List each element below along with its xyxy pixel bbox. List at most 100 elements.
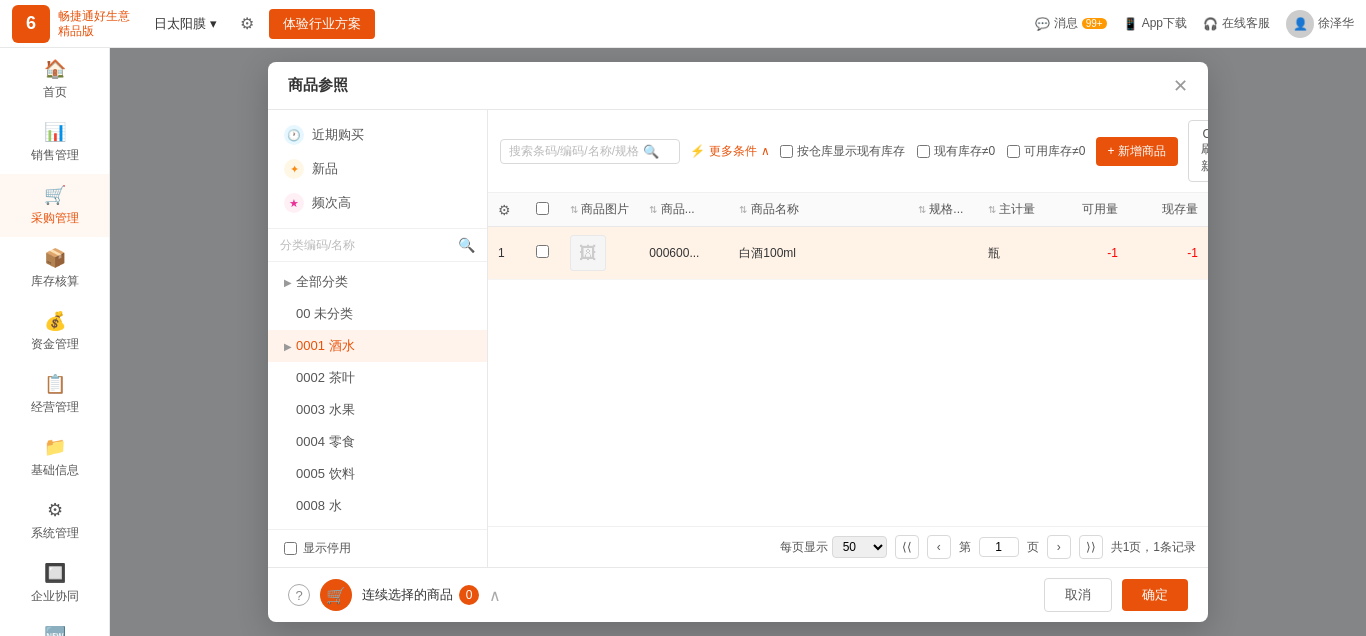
sidebar-label-operations: 经营管理 xyxy=(31,399,79,416)
page-size-dropdown[interactable]: 10 20 50 100 xyxy=(832,536,887,558)
headset-icon: 🎧 xyxy=(1203,17,1218,31)
page-label: 第 xyxy=(959,539,971,556)
row-checkbox[interactable] xyxy=(524,227,560,280)
select-all-checkbox[interactable] xyxy=(536,202,549,215)
phone-icon: 📱 xyxy=(1123,17,1138,31)
sidebar-item-sales[interactable]: 📊 销售管理 xyxy=(0,111,109,174)
col-header-checkbox[interactable] xyxy=(524,193,560,227)
sidebar-label-purchase: 采购管理 xyxy=(31,210,79,227)
sort-icon-code: ⇅ xyxy=(649,204,657,215)
settings-icon[interactable]: ⚙ xyxy=(233,10,261,38)
modal-header: 商品参照 ✕ xyxy=(268,62,1208,110)
next-page-button[interactable]: › xyxy=(1047,535,1071,559)
help-icon[interactable]: ? xyxy=(288,584,310,606)
experience-button[interactable]: 体验行业方案 xyxy=(269,9,375,39)
cat-item-tea[interactable]: 0002 茶叶 xyxy=(268,362,487,394)
product-table-container: ⚙ ⇅ 商品图片 ⇅ 商品... ⇅ 商品名称 ⇅ 规格... ⇅ 主计量 可用… xyxy=(488,193,1208,526)
quick-link-recent[interactable]: 🕐 近期购买 xyxy=(268,118,487,152)
chevron-down-icon: ▾ xyxy=(210,16,217,31)
sidebar-item-collab[interactable]: 🔲 企业协同 xyxy=(0,552,109,615)
cat-item-appliance[interactable]: 0010 家电 xyxy=(268,522,487,529)
message-nav-item[interactable]: 💬 消息 99+ xyxy=(1035,15,1107,32)
category-search-input[interactable] xyxy=(280,238,452,252)
cat-label-all: 全部分类 xyxy=(296,273,348,291)
pagination-bar: 每页显示 10 20 50 100 ⟨⟨ ‹ 第 xyxy=(488,526,1208,567)
page-size-select: 每页显示 10 20 50 100 xyxy=(780,536,887,558)
cat-item-fruit[interactable]: 0003 水果 xyxy=(268,394,487,426)
user-profile-nav-item[interactable]: 👤 徐泽华 xyxy=(1286,10,1354,38)
sidebar-label-basic-info: 基础信息 xyxy=(31,462,79,479)
refresh-button[interactable]: C 刷新 xyxy=(1188,120,1208,182)
sort-icon-spec: ⇅ xyxy=(918,204,926,215)
row-select-checkbox[interactable] xyxy=(536,245,549,258)
quick-link-frequent[interactable]: ★ 频次高 xyxy=(268,186,487,220)
cat-item-all[interactable]: ▶ 全部分类 xyxy=(268,266,487,298)
more-filter-button[interactable]: ⚡ 更多条件 ∧ xyxy=(690,143,770,160)
sidebar-label-sales: 销售管理 xyxy=(31,147,79,164)
app-download-nav-item[interactable]: 📱 App下载 xyxy=(1123,15,1187,32)
add-product-button[interactable]: + 新增商品 xyxy=(1096,137,1178,166)
sidebar-label-collab: 企业协同 xyxy=(31,588,79,605)
product-search-input[interactable] xyxy=(509,144,639,158)
sidebar-item-purchase[interactable]: 🛒 采购管理 xyxy=(0,174,109,237)
finance-icon: 💰 xyxy=(44,310,66,332)
show-disabled-checkbox[interactable] xyxy=(284,542,297,555)
col-settings-icon[interactable]: ⚙ xyxy=(498,202,511,218)
table-row[interactable]: 1 🖼 000600... 白酒100ml 瓶 xyxy=(488,227,1208,280)
quick-link-frequent-label: 频次高 xyxy=(312,194,351,212)
sidebar-item-guide[interactable]: 🆕 新手引导 xyxy=(0,615,109,636)
category-tree: ▶ 全部分类 00 未分类 ▶ 0001 酒水 0002 茶 xyxy=(268,262,487,529)
filter-check-nonzero-avail[interactable]: 可用库存≠0 xyxy=(1007,143,1085,160)
message-icon: 💬 xyxy=(1035,17,1050,31)
sidebar-item-operations[interactable]: 📋 经营管理 xyxy=(0,363,109,426)
sidebar-label-finance: 资金管理 xyxy=(31,336,79,353)
filter-check-warehouse[interactable]: 按仓库显示现有库存 xyxy=(780,143,905,160)
page-size-label: 每页显示 xyxy=(780,539,828,556)
store-selector[interactable]: 日太阳膜 ▾ xyxy=(146,11,225,37)
modal-close-button[interactable]: ✕ xyxy=(1173,77,1188,95)
col-header-image: ⇅ 商品图片 xyxy=(560,193,639,227)
filter-check-nonzero-stock[interactable]: 现有库存≠0 xyxy=(917,143,995,160)
cat-item-drink[interactable]: 0005 饮料 xyxy=(268,458,487,490)
message-badge: 99+ xyxy=(1082,18,1107,29)
quick-link-new[interactable]: ✦ 新品 xyxy=(268,152,487,186)
product-search-icon[interactable]: 🔍 xyxy=(643,144,659,159)
sidebar-item-basic-info[interactable]: 📁 基础信息 xyxy=(0,426,109,489)
col-header-unit[interactable]: ⇅ 主计量 xyxy=(978,193,1048,227)
row-avail: -1 xyxy=(1048,227,1128,280)
sort-icon-name: ⇅ xyxy=(739,204,747,215)
product-image-placeholder: 🖼 xyxy=(570,235,606,271)
cart-button[interactable]: 🛒 xyxy=(320,579,352,611)
cancel-button[interactable]: 取消 xyxy=(1044,578,1112,612)
customer-service-nav-item[interactable]: 🎧 在线客服 xyxy=(1203,15,1270,32)
prev-page-button[interactable]: ‹ xyxy=(927,535,951,559)
cat-item-uncat[interactable]: 00 未分类 xyxy=(268,298,487,330)
col-header-code[interactable]: ⇅ 商品... xyxy=(639,193,729,227)
cat-item-liquor[interactable]: ▶ 0001 酒水 xyxy=(268,330,487,362)
nonzero-stock-checkbox[interactable] xyxy=(917,145,930,158)
cat-item-snack[interactable]: 0004 零食 xyxy=(268,426,487,458)
col-header-spec[interactable]: ⇅ 规格... xyxy=(908,193,978,227)
filter-icon: ⚡ xyxy=(690,144,705,158)
confirm-button[interactable]: 确定 xyxy=(1122,579,1188,611)
sidebar-item-inventory[interactable]: 📦 库存核算 xyxy=(0,237,109,300)
logo-icon: 6 xyxy=(12,5,50,43)
last-page-button[interactable]: ⟩⟩ xyxy=(1079,535,1103,559)
warehouse-stock-checkbox[interactable] xyxy=(780,145,793,158)
operations-icon: 📋 xyxy=(44,373,66,395)
more-filter-label: 更多条件 xyxy=(709,143,757,160)
col-header-settings[interactable]: ⚙ xyxy=(488,193,524,227)
cat-label-drink: 0005 饮料 xyxy=(296,465,355,483)
sidebar-item-home[interactable]: 🏠 首页 xyxy=(0,48,109,111)
first-page-button[interactable]: ⟨⟨ xyxy=(895,535,919,559)
col-header-name[interactable]: ⇅ 商品名称 xyxy=(729,193,908,227)
cat-item-water[interactable]: 0008 水 xyxy=(268,490,487,522)
nonzero-avail-checkbox[interactable] xyxy=(1007,145,1020,158)
page-number-input[interactable] xyxy=(979,537,1019,557)
footer-collapse-icon[interactable]: ∧ xyxy=(489,586,501,605)
sidebar-item-system[interactable]: ⚙ 系统管理 xyxy=(0,489,109,552)
sidebar-item-finance[interactable]: 💰 资金管理 xyxy=(0,300,109,363)
home-icon: 🏠 xyxy=(44,58,66,80)
category-search-icon[interactable]: 🔍 xyxy=(458,237,475,253)
show-disabled-area: 显示停用 xyxy=(268,529,487,567)
